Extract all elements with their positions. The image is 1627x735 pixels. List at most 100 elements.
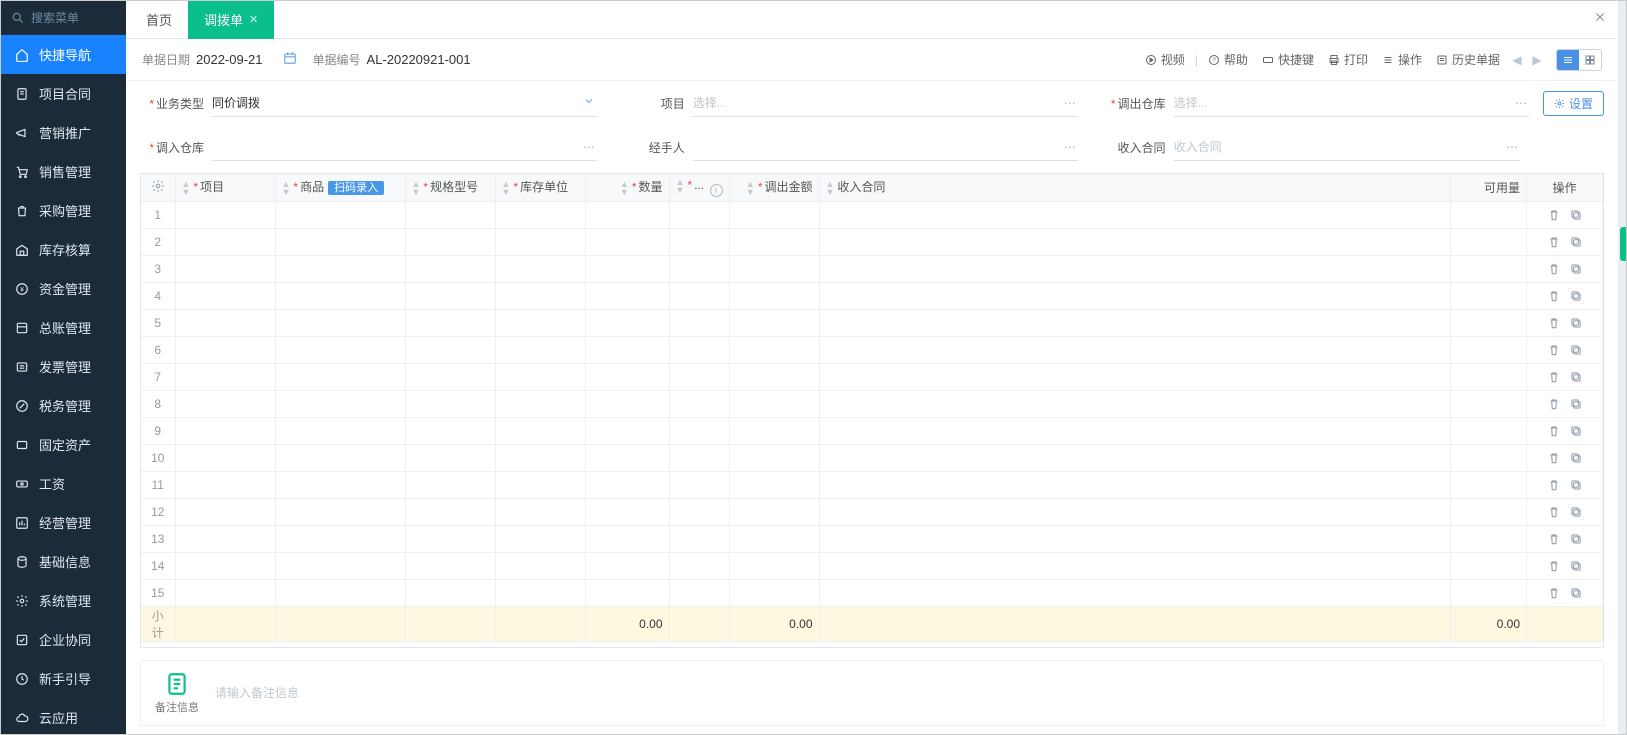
sidebar-item-sales[interactable]: 销售管理 xyxy=(1,152,126,191)
action-operate[interactable]: 操作 xyxy=(1376,47,1428,72)
copy-icon[interactable] xyxy=(1569,451,1583,465)
table-row[interactable]: 6 xyxy=(141,337,1603,364)
table-row[interactable]: 2 xyxy=(141,229,1603,256)
table-row[interactable]: 5 xyxy=(141,310,1603,337)
action-shortcut[interactable]: 快捷键 xyxy=(1256,47,1320,72)
copy-icon[interactable] xyxy=(1569,289,1583,303)
view-toggle-list[interactable] xyxy=(1557,50,1579,70)
col-product[interactable]: ▲▼*商品扫码录入 xyxy=(275,174,405,201)
calendar-icon[interactable] xyxy=(283,51,297,68)
out-warehouse-input[interactable]: 选择... ⋯ xyxy=(1174,89,1529,117)
view-toggle-card[interactable] xyxy=(1579,50,1601,70)
sidebar-item-tax[interactable]: 税务管理 xyxy=(1,386,126,425)
income-contract-input[interactable]: 收入合同 ⋯ xyxy=(1174,133,1520,161)
delete-icon[interactable] xyxy=(1547,208,1561,222)
copy-icon[interactable] xyxy=(1569,262,1583,276)
table-row[interactable]: 12 xyxy=(141,499,1603,526)
copy-icon[interactable] xyxy=(1569,208,1583,222)
copy-icon[interactable] xyxy=(1569,397,1583,411)
sidebar-item-salary[interactable]: 工资 xyxy=(1,464,126,503)
col-stock-unit[interactable]: ▲▼*库存单位 xyxy=(495,174,585,201)
col-quantity[interactable]: ▲▼*数量 xyxy=(585,174,669,201)
close-all-tabs[interactable] xyxy=(1588,5,1612,29)
delete-icon[interactable] xyxy=(1547,289,1561,303)
more-icon[interactable]: ⋯ xyxy=(1515,96,1527,110)
table-row[interactable]: 11 xyxy=(141,472,1603,499)
table-row[interactable]: 14 xyxy=(141,553,1603,580)
business-type-input[interactable]: 同价调拨 xyxy=(212,89,597,117)
action-history[interactable]: 历史单据 xyxy=(1430,47,1506,72)
more-icon[interactable]: ⋯ xyxy=(583,140,595,154)
col-income-contract[interactable]: ▲▼收入合同 xyxy=(819,174,1451,201)
history-next[interactable]: ▶ xyxy=(1528,51,1546,69)
copy-icon[interactable] xyxy=(1569,478,1583,492)
sidebar-item-cloud[interactable]: 云应用 xyxy=(1,698,126,734)
delete-icon[interactable] xyxy=(1547,532,1561,546)
table-row[interactable]: 9 xyxy=(141,418,1603,445)
action-help[interactable]: ?帮助 xyxy=(1202,47,1254,72)
copy-icon[interactable] xyxy=(1569,559,1583,573)
date-value[interactable]: 2022-09-21 xyxy=(196,52,263,67)
handler-input[interactable]: ⋯ xyxy=(693,133,1078,161)
delete-icon[interactable] xyxy=(1547,424,1561,438)
sidebar-item-operation[interactable]: 经营管理 xyxy=(1,503,126,542)
table-row[interactable]: 15 xyxy=(141,580,1603,607)
copy-icon[interactable] xyxy=(1569,316,1583,330)
delete-icon[interactable] xyxy=(1547,397,1561,411)
table-row[interactable]: 8 xyxy=(141,391,1603,418)
delete-icon[interactable] xyxy=(1547,505,1561,519)
grid-gear-header[interactable] xyxy=(141,174,175,201)
more-icon[interactable]: ⋯ xyxy=(1064,96,1076,110)
delete-icon[interactable] xyxy=(1547,478,1561,492)
sidebar-item-invoice[interactable]: 发票管理 xyxy=(1,347,126,386)
sidebar-item-basic[interactable]: 基础信息 xyxy=(1,542,126,581)
table-row[interactable]: 10 xyxy=(141,445,1603,472)
col-project[interactable]: ▲▼*项目 xyxy=(175,174,275,201)
copy-icon[interactable] xyxy=(1569,505,1583,519)
copy-icon[interactable] xyxy=(1569,235,1583,249)
copy-icon[interactable] xyxy=(1569,586,1583,600)
table-row[interactable]: 4 xyxy=(141,283,1603,310)
action-video[interactable]: 视频 xyxy=(1139,47,1191,72)
delete-icon[interactable] xyxy=(1547,235,1561,249)
delete-icon[interactable] xyxy=(1547,343,1561,357)
sidebar-item-project-contract[interactable]: 项目合同 xyxy=(1,74,126,113)
table-row[interactable]: 3 xyxy=(141,256,1603,283)
sidebar-item-purchase[interactable]: 采购管理 xyxy=(1,191,126,230)
delete-icon[interactable] xyxy=(1547,370,1561,384)
project-input[interactable]: 选择... ⋯ xyxy=(693,89,1078,117)
sidebar-item-assets[interactable]: 固定资产 xyxy=(1,425,126,464)
sidebar-item-quick-nav[interactable]: 快捷导航 xyxy=(1,35,126,74)
copy-icon[interactable] xyxy=(1569,424,1583,438)
config-button[interactable]: 设置 xyxy=(1543,91,1604,116)
table-row[interactable]: 7 xyxy=(141,364,1603,391)
delete-icon[interactable] xyxy=(1547,316,1561,330)
col-available[interactable]: 可用量 xyxy=(1451,174,1527,201)
scroll-thumb[interactable] xyxy=(1620,227,1626,261)
table-row[interactable]: 13 xyxy=(141,526,1603,553)
sidebar-item-inventory[interactable]: 库存核算 xyxy=(1,230,126,269)
sidebar-item-marketing[interactable]: 营销推广 xyxy=(1,113,126,152)
more-icon[interactable]: ⋯ xyxy=(1064,140,1076,154)
sidebar-item-collab[interactable]: 企业协同 xyxy=(1,620,126,659)
tab-close-icon[interactable]: ✕ xyxy=(249,13,258,26)
col-out-amount[interactable]: ▲▼*调出金额 xyxy=(729,174,819,201)
more-icon[interactable]: ⋯ xyxy=(1506,140,1518,154)
delete-icon[interactable] xyxy=(1547,262,1561,276)
copy-icon[interactable] xyxy=(1569,343,1583,357)
action-print[interactable]: 打印 xyxy=(1322,47,1374,72)
tab-allocation[interactable]: 调拨单✕ xyxy=(188,1,274,39)
delete-icon[interactable] xyxy=(1547,586,1561,600)
copy-icon[interactable] xyxy=(1569,370,1583,384)
copy-icon[interactable] xyxy=(1569,532,1583,546)
remarks-input[interactable] xyxy=(215,686,1589,700)
delete-icon[interactable] xyxy=(1547,559,1561,573)
sidebar-search[interactable]: 搜索菜单 xyxy=(1,1,126,35)
sidebar-item-funds[interactable]: ¥资金管理 xyxy=(1,269,126,308)
sidebar-item-guide[interactable]: 新手引导 xyxy=(1,659,126,698)
sidebar-item-ledger[interactable]: 总账管理 xyxy=(1,308,126,347)
in-warehouse-input[interactable]: ⋯ xyxy=(212,133,597,161)
table-row[interactable]: 1 xyxy=(141,202,1603,229)
col-spec[interactable]: ▲▼*规格型号 xyxy=(405,174,495,201)
sidebar-item-system[interactable]: 系统管理 xyxy=(1,581,126,620)
